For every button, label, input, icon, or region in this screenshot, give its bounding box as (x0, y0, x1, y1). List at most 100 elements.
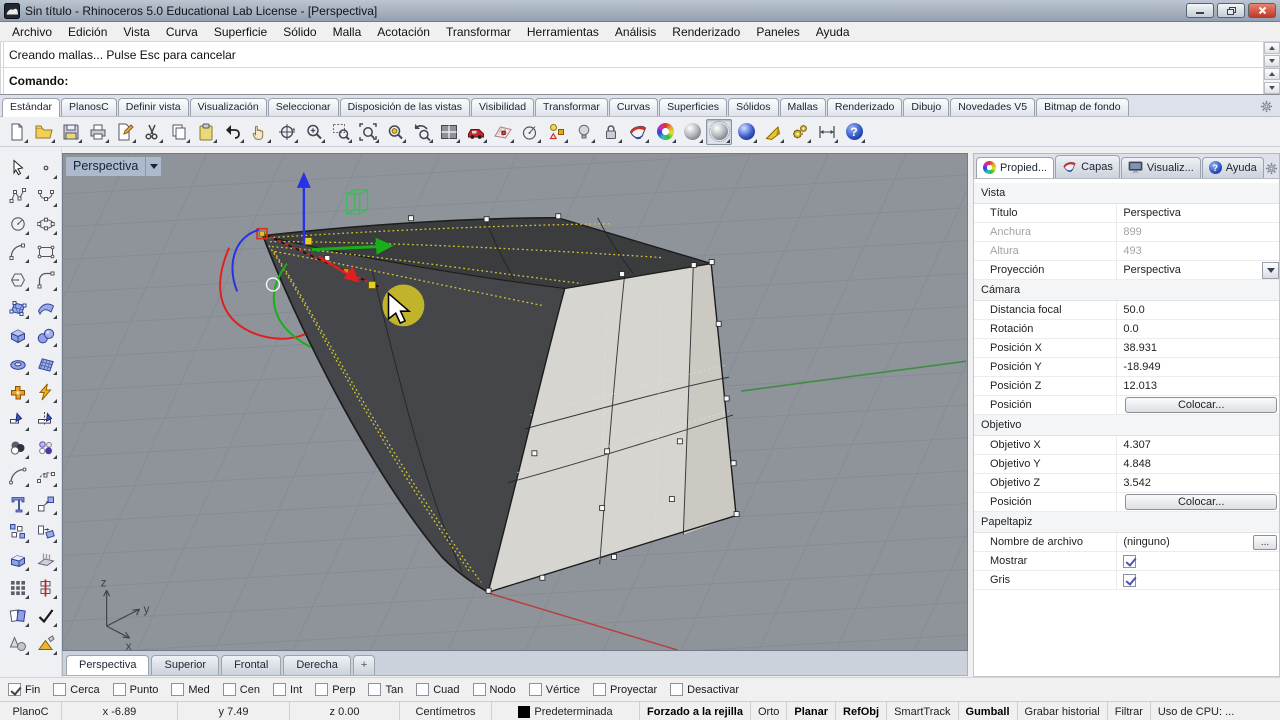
render-button[interactable] (679, 119, 705, 145)
toolbar-gear-icon[interactable] (1258, 98, 1274, 114)
osnap-proyectar-checkbox[interactable] (593, 683, 607, 696)
extrude-button[interactable] (5, 547, 31, 573)
status-z-0-00[interactable]: z 0.00 (290, 702, 400, 720)
viewport-tab-superior[interactable]: Superior (151, 655, 220, 675)
menu-edicion[interactable]: Edición (60, 23, 115, 41)
fillet-curves-button[interactable] (5, 463, 31, 489)
menu-vista[interactable]: Vista (115, 23, 157, 41)
property-value[interactable]: Perspectiva (1117, 207, 1279, 219)
viewport-tab-frontal[interactable]: Frontal (221, 655, 282, 675)
explode-curves-button[interactable] (33, 379, 59, 405)
osnap-proyectar[interactable]: Proyectar (593, 683, 657, 696)
toolbar-tab-novedades-v5[interactable]: Novedades V5 (950, 98, 1036, 116)
toolbar-tab-superficies[interactable]: Superficies (659, 98, 728, 116)
render-preview-button[interactable] (706, 118, 732, 145)
rectangle-button[interactable] (33, 239, 59, 265)
surface-from-points-button[interactable] (5, 295, 31, 321)
property-value[interactable]: Colocar... (1117, 396, 1279, 414)
panel-tab-ayuda[interactable]: ? Ayuda (1201, 157, 1264, 178)
copy-button[interactable] (166, 119, 192, 145)
osnap-nodo[interactable]: Nodo (472, 683, 516, 696)
trim-button[interactable] (5, 407, 31, 433)
osnap-nodo-checkbox[interactable] (472, 683, 486, 696)
osnap-desactivar-checkbox[interactable] (670, 683, 684, 696)
osnap-cerca-checkbox[interactable] (53, 683, 67, 696)
menu-renderizado[interactable]: Renderizado (664, 23, 748, 41)
cplane-button[interactable] (490, 119, 516, 145)
curve-fillet-button[interactable] (33, 267, 59, 293)
point-button[interactable] (33, 155, 59, 181)
shaded-viewport-button[interactable] (625, 119, 651, 145)
toolbar-tab-curvas[interactable]: Curvas (608, 98, 659, 116)
status-gumball[interactable]: Gumball (959, 702, 1018, 720)
mostrar-checkbox[interactable] (1123, 554, 1137, 568)
menu-analisis[interactable]: Análisis (607, 23, 664, 41)
box-button[interactable] (5, 323, 31, 349)
menu-archivo[interactable]: Archivo (4, 23, 60, 41)
pan-button[interactable] (247, 119, 273, 145)
selection-filter-button[interactable] (544, 119, 570, 145)
status-planoc[interactable]: PlanoC (0, 702, 62, 720)
array-button[interactable] (5, 575, 31, 601)
osnap-fin[interactable]: Fin (8, 683, 40, 696)
property-value[interactable]: 4.307 (1117, 439, 1279, 451)
osnap-cen[interactable]: Cen (222, 683, 260, 696)
property-value[interactable]: 38.931 (1117, 342, 1279, 354)
undo-button[interactable] (220, 119, 246, 145)
menu-curva[interactable]: Curva (158, 23, 206, 41)
orient-button[interactable] (33, 519, 59, 545)
print-button[interactable] (85, 119, 111, 145)
rotate-view-button[interactable] (274, 119, 300, 145)
panel-gear-icon[interactable] (1265, 160, 1278, 176)
toolbar-tab-mallas[interactable]: Mallas (779, 98, 826, 116)
zoom-dynamic-button[interactable] (301, 119, 327, 145)
curve-handles-button[interactable] (33, 183, 59, 209)
status-planar[interactable]: Planar (787, 702, 837, 720)
toolbar-tab-bitmap-de-fondo[interactable]: Bitmap de fondo (1036, 98, 1129, 116)
osnap-tan[interactable]: Tan (368, 683, 403, 696)
osnap-perp[interactable]: Perp (315, 683, 355, 696)
toolbar-tab-visualizacion[interactable]: Visualización (189, 98, 267, 116)
explode-button[interactable] (5, 379, 31, 405)
points-on-surface-button[interactable] (33, 547, 59, 573)
osnap-med[interactable]: Med (171, 683, 210, 696)
render-properties-button[interactable] (733, 119, 759, 145)
blend-curves-button[interactable] (33, 463, 59, 489)
osnap-int-checkbox[interactable] (272, 683, 286, 696)
new-file-button[interactable] (4, 119, 30, 145)
render-tools-button[interactable] (33, 631, 59, 657)
four-viewports-button[interactable] (436, 119, 462, 145)
property-value[interactable]: 0.0 (1117, 323, 1279, 335)
split-button[interactable] (33, 407, 59, 433)
boolean-union-button[interactable] (5, 435, 31, 461)
viewport-tab-derecha[interactable]: Derecha (283, 655, 351, 675)
property-value[interactable]: Perspectiva (1117, 261, 1279, 279)
toolbar-tab-definir-vista[interactable]: Definir vista (117, 98, 189, 116)
panel-tab-propied[interactable]: Propied... (976, 157, 1055, 178)
torus-button[interactable] (5, 351, 31, 377)
restore-button[interactable] (1217, 3, 1245, 18)
property-value[interactable] (1117, 573, 1279, 587)
undo-view-change-button[interactable] (409, 119, 435, 145)
status-filtrar[interactable]: Filtrar (1108, 702, 1151, 720)
property-value[interactable]: Colocar... (1117, 493, 1279, 511)
section-button[interactable] (33, 575, 59, 601)
viewport-perspective[interactable]: z y x Perspectiva (62, 153, 968, 651)
zoom-selected-button[interactable] (382, 119, 408, 145)
menu-acotacion[interactable]: Acotación (369, 23, 438, 41)
notifications-button[interactable] (760, 119, 786, 145)
menu-ayuda[interactable]: Ayuda (808, 23, 858, 41)
command-prompt-line[interactable]: Comando: (0, 68, 1280, 94)
osnap-cuad[interactable]: Cuad (416, 683, 460, 696)
viewport-title[interactable]: Perspectiva (66, 157, 162, 176)
menu-transformar[interactable]: Transformar (438, 23, 519, 41)
toolbar-tab-planosc[interactable]: PlanosC (61, 98, 117, 116)
viewport-title-dropdown[interactable] (146, 157, 162, 176)
control-point-curve-button[interactable] (5, 183, 31, 209)
scroll-down-icon[interactable] (1264, 55, 1280, 67)
property-value[interactable]: 12.013 (1117, 380, 1279, 392)
osnap-punto-checkbox[interactable] (112, 683, 126, 696)
export-button[interactable] (112, 119, 138, 145)
add-viewport-tab[interactable]: + (352, 655, 376, 675)
spin-down-icon[interactable] (1264, 82, 1280, 94)
